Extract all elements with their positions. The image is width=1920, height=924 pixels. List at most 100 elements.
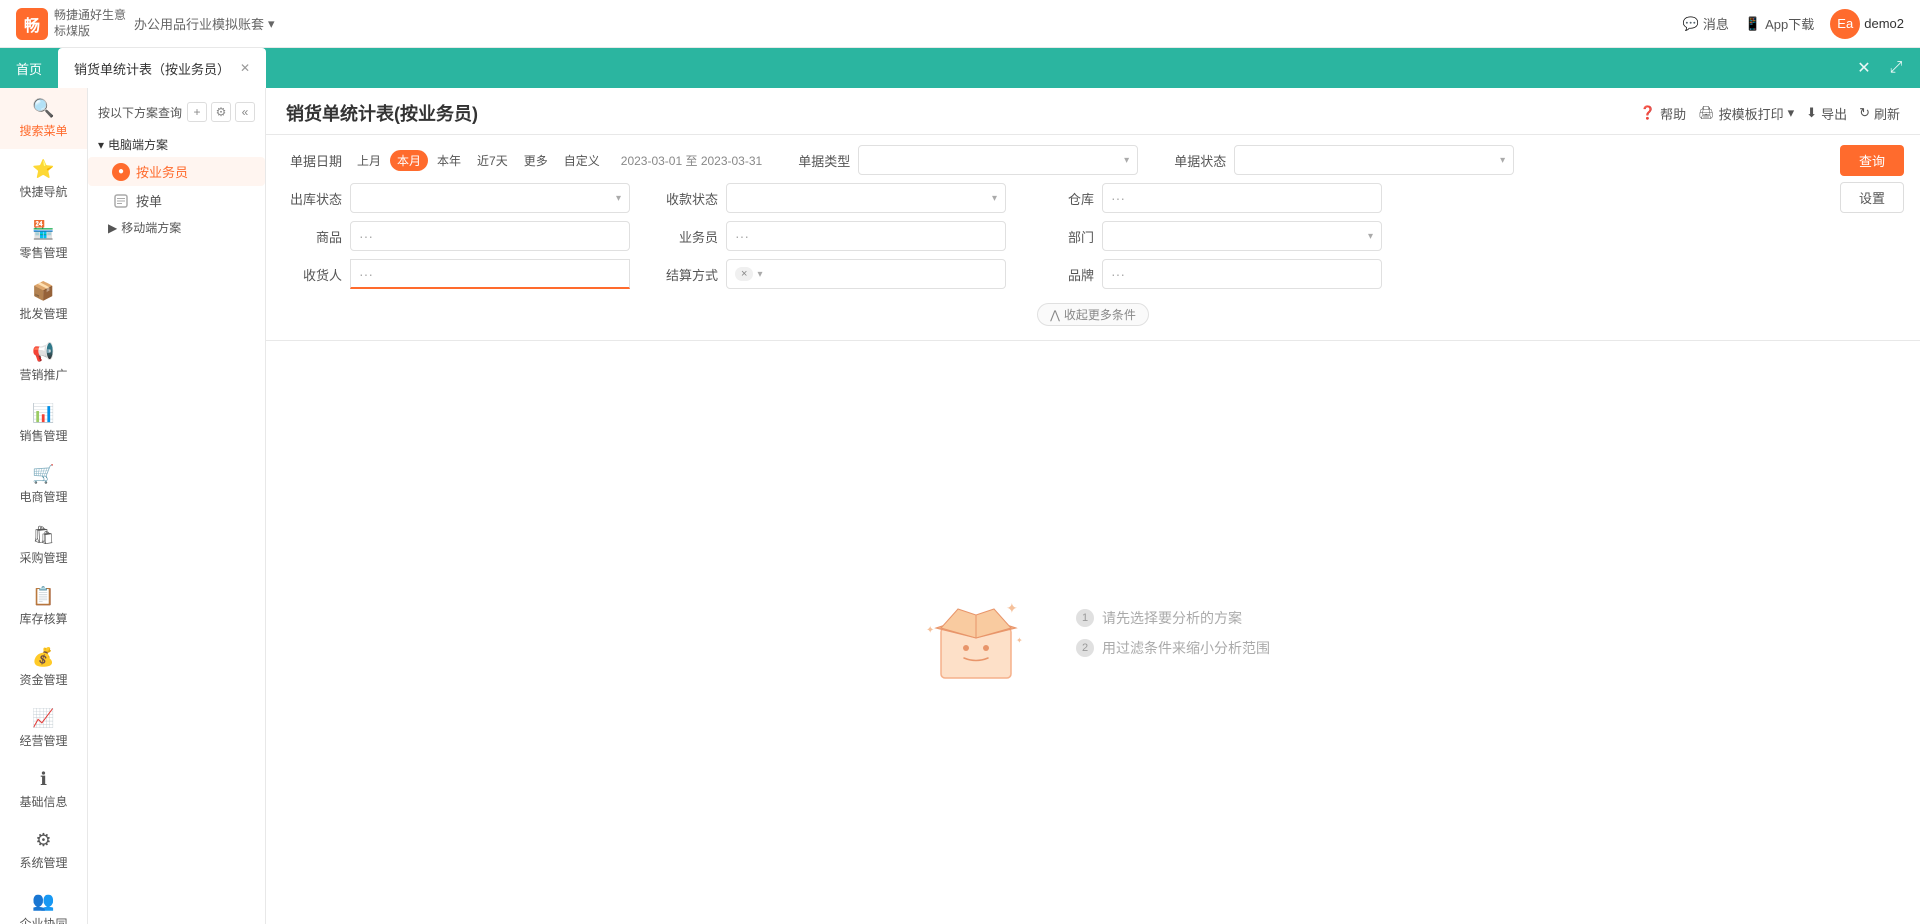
sidebar-item-purchase[interactable]: 🛍 采购管理	[0, 515, 87, 576]
date-tab-more[interactable]: 更多	[517, 150, 555, 171]
sidebar-item-wholesale[interactable]: 📦 批发管理	[0, 271, 87, 332]
collapse-button[interactable]: ⋀ 收起更多条件	[1037, 303, 1149, 326]
receipt-status-filter[interactable]: ▾	[726, 183, 1006, 213]
date-range-value: 2023-03-01 至 2023-03-31	[621, 152, 762, 169]
sidebar-item-retail[interactable]: 🏪 零售管理	[0, 210, 87, 271]
chevron-down-icon: ▾	[98, 138, 104, 152]
consignee-filter[interactable]: ···	[350, 259, 630, 289]
message-action[interactable]: 💬 消息	[1683, 14, 1729, 33]
brand-label: 品牌	[1034, 265, 1094, 284]
ecom-icon: 🛒	[32, 464, 54, 485]
export-button[interactable]: ⬇ 导出	[1806, 104, 1847, 123]
sidebar-item-marketing[interactable]: 📢 营销推广	[0, 332, 87, 393]
payment-filter[interactable]: × ▾	[726, 259, 1006, 289]
main-panel-header: 销货单统计表(按业务员) ❓ 帮助 🖨 按模板打印 ▾ ⬇ 导出	[266, 88, 1920, 135]
logo-icon: 畅	[16, 8, 48, 40]
sidebar-item-search[interactable]: 🔍 搜索菜单	[0, 88, 87, 149]
date-tab-last-7[interactable]: 近7天	[470, 150, 515, 171]
close-window-button[interactable]: ✕	[1852, 56, 1876, 80]
corp-icon: 👥	[32, 891, 54, 912]
scheme-group-mobile-title[interactable]: ▶ 移动端方案	[98, 215, 265, 240]
tab-home[interactable]: 首页	[0, 48, 58, 88]
scheme-item-icon-plain	[112, 192, 130, 210]
date-tabs: 上月 本月 本年 近7天 更多 自定义	[350, 150, 607, 171]
query-button[interactable]: 查询	[1840, 145, 1904, 176]
salesperson-filter[interactable]: ···	[726, 221, 1006, 251]
main-panel: 销货单统计表(按业务员) ❓ 帮助 🖨 按模板打印 ▾ ⬇ 导出	[266, 88, 1920, 924]
retail-icon: 🏪	[32, 220, 54, 241]
chevron-down-icon: ▾	[1368, 231, 1373, 242]
scheme-group-desktop-title[interactable]: ▾ 电脑端方案	[88, 132, 265, 157]
date-tab-custom[interactable]: 自定义	[557, 150, 607, 171]
sidebar-item-finance[interactable]: 💰 资金管理	[0, 637, 87, 698]
scheme-settings-button[interactable]: ⚙	[211, 102, 231, 122]
out-status-filter[interactable]: ▾	[350, 183, 630, 213]
date-label: 单据日期	[282, 151, 342, 170]
dept-filter[interactable]: ▾	[1102, 221, 1382, 251]
empty-state: ✦ ✦ ✦ 1 请先选择要分析的方案 2 用过滤条件来缩小分析范围	[266, 341, 1920, 924]
scheme-item-by-order[interactable]: 按单	[88, 186, 265, 215]
doc-type-filter[interactable]: ▾	[858, 145, 1138, 175]
sidebar-item-corp[interactable]: 👥 企业协同	[0, 881, 87, 924]
tab-close-icon[interactable]: ✕	[240, 61, 250, 75]
download-icon: 📱	[1745, 16, 1761, 32]
tab-sales-report[interactable]: 销货单统计表（按业务员） ✕	[58, 48, 266, 88]
brand-filter[interactable]: ···	[1102, 259, 1382, 289]
sidebar-item-quick-nav[interactable]: ⭐ 快捷导航	[0, 149, 87, 210]
empty-hint-2: 2 用过滤条件来缩小分析范围	[1076, 638, 1270, 658]
salesperson-label: 业务员	[658, 227, 718, 246]
sidebar-item-basic[interactable]: ℹ 基础信息	[0, 759, 87, 820]
app-download-action[interactable]: 📱 App下载	[1745, 14, 1814, 33]
chevron-down-icon: ▾	[616, 193, 621, 204]
chevron-down-icon: ▾	[992, 193, 997, 204]
sidebar-item-sales[interactable]: 📊 销售管理	[0, 393, 87, 454]
date-tab-this-month[interactable]: 本月	[390, 150, 428, 171]
logo-area: 畅 畅捷通好生意 标煤版	[16, 8, 126, 40]
scheme-collapse-button[interactable]: «	[235, 102, 255, 122]
top-bar-left: 畅 畅捷通好生意 标煤版 办公用品行业模拟账套 ▾	[16, 8, 275, 40]
out-status-label: 出库状态	[282, 189, 342, 208]
empty-text: 1 请先选择要分析的方案 2 用过滤条件来缩小分析范围	[1076, 608, 1270, 658]
sidebar-item-inventory[interactable]: 📋 库存核算	[0, 576, 87, 637]
chevron-down-icon: ▾	[1500, 155, 1505, 166]
doc-type-label: 单据类型	[790, 151, 850, 170]
sidebar-item-system[interactable]: ⚙ 系统管理	[0, 820, 87, 881]
chevron-down-icon: ▾	[1788, 105, 1795, 121]
breadcrumb[interactable]: 办公用品行业模拟账套 ▾	[134, 14, 275, 33]
collapse-icon: ⋀	[1050, 308, 1060, 322]
settings-button[interactable]: 设置	[1840, 182, 1904, 213]
scheme-add-button[interactable]: +	[187, 102, 207, 122]
goods-label: 商品	[282, 227, 342, 246]
empty-illustration: ✦ ✦ ✦	[916, 573, 1036, 693]
date-tab-this-year[interactable]: 本年	[430, 150, 468, 171]
help-icon: ❓	[1640, 105, 1656, 121]
payment-clear-tag[interactable]: ×	[735, 267, 753, 281]
star-icon: ⭐	[32, 159, 54, 180]
svg-text:✦: ✦	[926, 625, 934, 636]
warehouse-filter[interactable]: ···	[1102, 183, 1382, 213]
scheme-item-by-salesperson[interactable]: ● 按业务员	[88, 157, 265, 186]
sidebar-item-ecom[interactable]: 🛒 电商管理	[0, 454, 87, 515]
refresh-button[interactable]: ↻ 刷新	[1859, 104, 1900, 123]
finance-icon: 💰	[32, 647, 54, 668]
basic-icon: ℹ	[40, 769, 47, 790]
marketing-icon: 📢	[32, 342, 54, 363]
date-tab-last-month[interactable]: 上月	[350, 150, 388, 171]
help-button[interactable]: ❓ 帮助	[1640, 104, 1686, 123]
tab-bar-actions: ✕ ⤢	[1852, 56, 1920, 80]
user-area[interactable]: Ea demo2	[1830, 9, 1904, 39]
wholesale-icon: 📦	[32, 281, 54, 302]
main-layout: 🔍 搜索菜单 ⭐ 快捷导航 🏪 零售管理 📦 批发管理 📢 营销推广 📊 销售管…	[0, 88, 1920, 924]
system-icon: ⚙	[35, 830, 51, 851]
avatar: Ea	[1830, 9, 1860, 39]
date-filter[interactable]: 上月 本月 本年 近7天 更多 自定义 2023-03-01 至 2023-03…	[350, 150, 762, 171]
goods-filter[interactable]: ···	[350, 221, 630, 251]
print-button[interactable]: 🖨 按模板打印 ▾	[1698, 104, 1794, 123]
scheme-item-active-icon: ●	[112, 163, 130, 181]
doc-status-filter[interactable]: ▾	[1234, 145, 1514, 175]
svg-text:✦: ✦	[1016, 636, 1023, 645]
sidebar-item-ops[interactable]: 📈 经营管理	[0, 698, 87, 759]
logo-text: 畅捷通好生意 标煤版	[54, 8, 126, 39]
sales-icon: 📊	[32, 403, 54, 424]
expand-window-button[interactable]: ⤢	[1884, 56, 1908, 80]
